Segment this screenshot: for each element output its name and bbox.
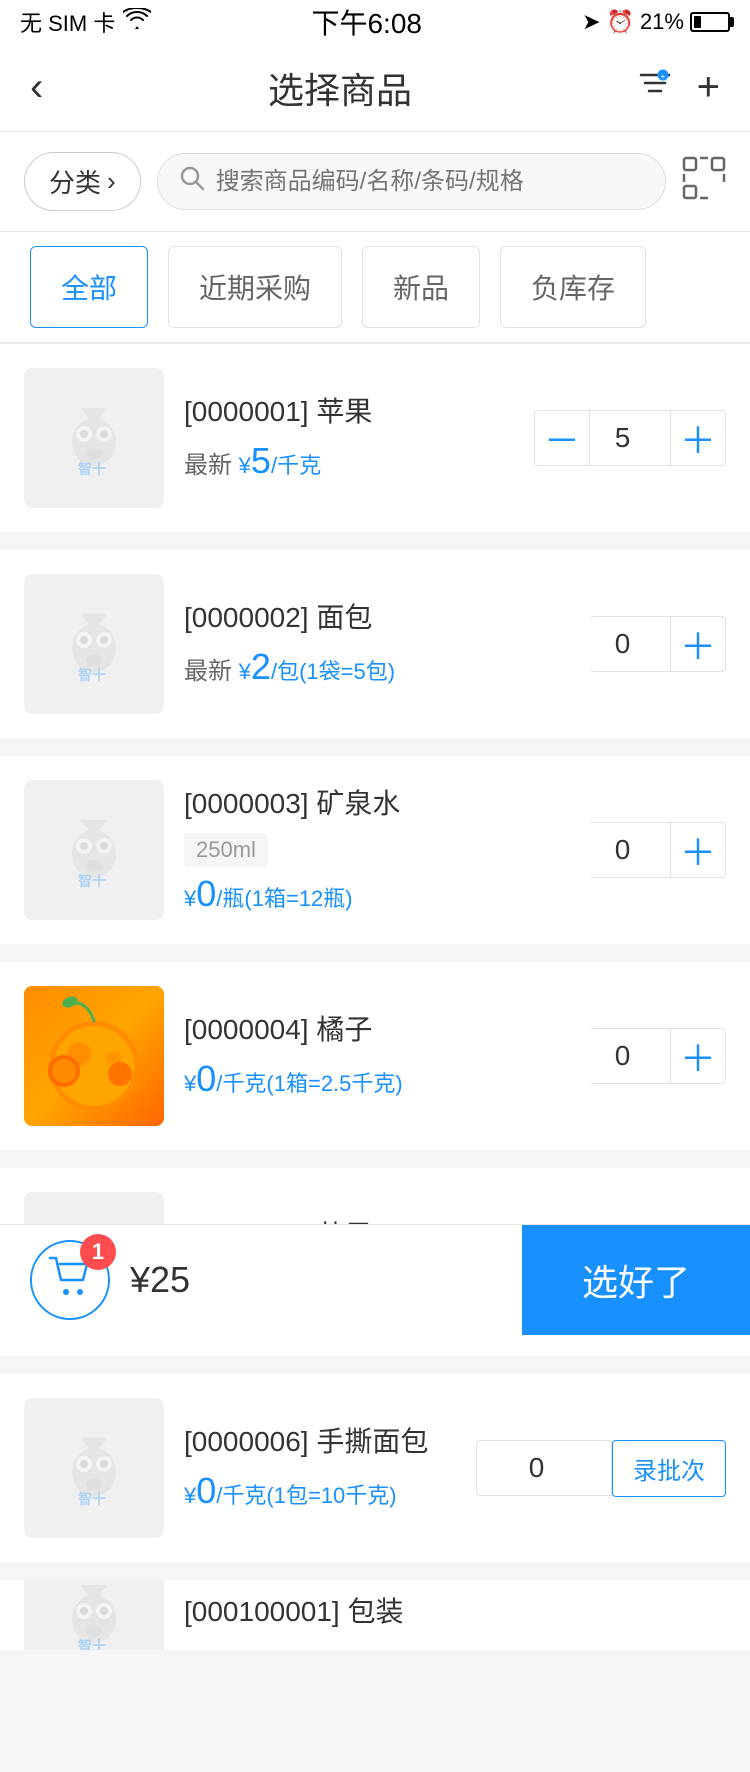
svg-text:智十: 智十 — [77, 1638, 106, 1650]
tab-bar: 全部近期采购新品负库存 — [0, 232, 750, 344]
filter-bar: 分类 › — [0, 132, 750, 232]
quantity-control-0000004: ＋ — [590, 1028, 726, 1084]
status-bar: 无 SIM 卡 下午6:08 ➤ ⏰ 21% — [0, 0, 750, 44]
quantity-plus-0000002[interactable]: ＋ — [670, 616, 726, 672]
quantity-input-0000006[interactable] — [476, 1440, 612, 1496]
product-image-0000004 — [24, 986, 164, 1126]
wifi-icon — [123, 8, 151, 36]
nav-right: + + — [637, 65, 720, 110]
product-list: 智十 [0000001] 苹果 最新 ¥5/千克 － ＋ 智十 [0000002… — [0, 344, 750, 1650]
page-title: 选择商品 — [268, 62, 412, 114]
separator — [0, 946, 750, 962]
tab-all[interactable]: 全部 — [30, 246, 148, 328]
confirm-button[interactable]: 选好了 — [522, 1225, 750, 1335]
quantity-control-0000006: 录批次 — [476, 1440, 726, 1497]
product-image-0000003: 智十 — [24, 780, 164, 920]
tab-negative[interactable]: 负库存 — [500, 246, 646, 328]
product-info-0000003: [0000003] 矿泉水 250ml ¥0/瓶(1箱=12瓶) — [184, 782, 570, 919]
product-name-0000004: [0000004] 橘子 — [184, 1008, 570, 1048]
confirm-label: 选好了 — [582, 1254, 690, 1306]
quantity-input-0000001[interactable] — [590, 410, 670, 466]
product-name-000100001: [000100001] 包装 — [184, 1590, 726, 1630]
product-info-0000001: [0000001] 苹果 最新 ¥5/千克 — [184, 390, 514, 486]
svg-text:智十: 智十 — [77, 1491, 106, 1507]
tab-recent[interactable]: 近期采购 — [168, 246, 342, 328]
cart-section: 1 ¥25 — [0, 1240, 522, 1320]
quantity-input-0000004[interactable] — [590, 1028, 670, 1084]
product-info-000100001: [000100001] 包装 — [184, 1590, 726, 1640]
search-input[interactable] — [216, 168, 645, 196]
category-label: 分类 — [49, 163, 101, 200]
product-info-0000004: [0000004] 橘子 ¥0/千克(1箱=2.5千克) — [184, 1008, 570, 1104]
product-price-0000003: ¥0/瓶(1箱=12瓶) — [184, 873, 570, 915]
list-item: 智十 [0000002] 面包 最新 ¥2/包(1袋=5包) ＋ — [0, 550, 750, 738]
separator — [0, 740, 750, 756]
bottom-bar: 1 ¥25 选好了 — [0, 1224, 750, 1334]
product-price-0000001: 最新 ¥5/千克 — [184, 440, 514, 482]
status-indicators: ➤ ⏰ 21% — [582, 9, 730, 35]
alarm-icon: ⏰ — [607, 9, 634, 35]
separator — [0, 1564, 750, 1580]
quantity-control-0000001: － ＋ — [534, 410, 726, 466]
product-image-0000002: 智十 — [24, 574, 164, 714]
quantity-plus-0000001[interactable]: ＋ — [670, 410, 726, 466]
status-time: 下午6:08 — [311, 2, 422, 42]
quantity-plus-0000003[interactable]: ＋ — [670, 822, 726, 878]
status-carrier: 无 SIM 卡 — [20, 6, 151, 38]
cart-total: ¥25 — [130, 1259, 190, 1301]
battery-icon — [690, 12, 730, 32]
product-spec-0000003: 250ml — [184, 833, 268, 867]
product-price-0000004: ¥0/千克(1箱=2.5千克) — [184, 1058, 570, 1100]
product-price-0000006: ¥0/千克(1包=10千克) — [184, 1470, 456, 1512]
nav-bar: ‹ 选择商品 + + — [0, 44, 750, 132]
list-item: 智十 [0000006] 手撕面包 ¥0/千克(1包=10千克) 录批次 — [0, 1374, 750, 1562]
quantity-control-0000002: ＋ — [590, 616, 726, 672]
quantity-plus-0000004[interactable]: ＋ — [670, 1028, 726, 1084]
quantity-minus-0000001[interactable]: － — [534, 410, 590, 466]
product-image-000100001: 智十 — [24, 1580, 164, 1650]
chevron-right-icon: › — [107, 166, 116, 197]
filter-icon[interactable]: + — [637, 65, 673, 110]
cart-icon-wrap[interactable]: 1 — [30, 1240, 110, 1320]
quantity-input-0000002[interactable] — [590, 616, 670, 672]
list-item: 智十 [0000003] 矿泉水 250ml ¥0/瓶(1箱=12瓶) ＋ — [0, 756, 750, 944]
separator — [0, 534, 750, 550]
batch-button-0000006[interactable]: 录批次 — [612, 1440, 726, 1497]
svg-text:智十: 智十 — [77, 873, 106, 889]
product-info-0000006: [0000006] 手撕面包 ¥0/千克(1包=10千克) — [184, 1420, 456, 1516]
cart-badge: 1 — [80, 1234, 116, 1270]
scan-icon[interactable] — [682, 156, 726, 208]
product-price-0000002: 最新 ¥2/包(1袋=5包) — [184, 646, 570, 688]
back-button[interactable]: ‹ — [30, 65, 43, 110]
product-name-0000001: [0000001] 苹果 — [184, 390, 514, 430]
tab-new[interactable]: 新品 — [362, 246, 480, 328]
product-name-0000002: [0000002] 面包 — [184, 596, 570, 636]
product-info-0000002: [0000002] 面包 最新 ¥2/包(1袋=5包) — [184, 596, 570, 692]
list-item: 智十 [0000001] 苹果 最新 ¥5/千克 － ＋ — [0, 344, 750, 532]
category-button[interactable]: 分类 › — [24, 152, 141, 211]
product-image-0000001: 智十 — [24, 368, 164, 508]
search-icon — [178, 164, 206, 199]
list-item: [0000004] 橘子 ¥0/千克(1箱=2.5千克) ＋ — [0, 962, 750, 1150]
svg-text:智十: 智十 — [77, 461, 106, 477]
product-name-0000006: [0000006] 手撕面包 — [184, 1420, 456, 1460]
carrier-text: 无 SIM 卡 — [20, 6, 115, 38]
product-image-0000006: 智十 — [24, 1398, 164, 1538]
search-box — [157, 153, 666, 210]
quantity-input-0000003[interactable] — [590, 822, 670, 878]
battery-percent: 21% — [640, 9, 684, 35]
add-icon[interactable]: + — [697, 65, 720, 110]
svg-text:智十: 智十 — [77, 667, 106, 683]
list-item: 智十 [000100001] 包装 — [0, 1580, 750, 1650]
quantity-control-0000003: ＋ — [590, 822, 726, 878]
separator — [0, 1358, 750, 1374]
nav-left: ‹ — [30, 65, 43, 110]
location-icon: ➤ — [582, 9, 600, 35]
svg-text:+: + — [660, 72, 665, 81]
product-name-0000003: [0000003] 矿泉水 — [184, 782, 570, 822]
separator — [0, 1152, 750, 1168]
